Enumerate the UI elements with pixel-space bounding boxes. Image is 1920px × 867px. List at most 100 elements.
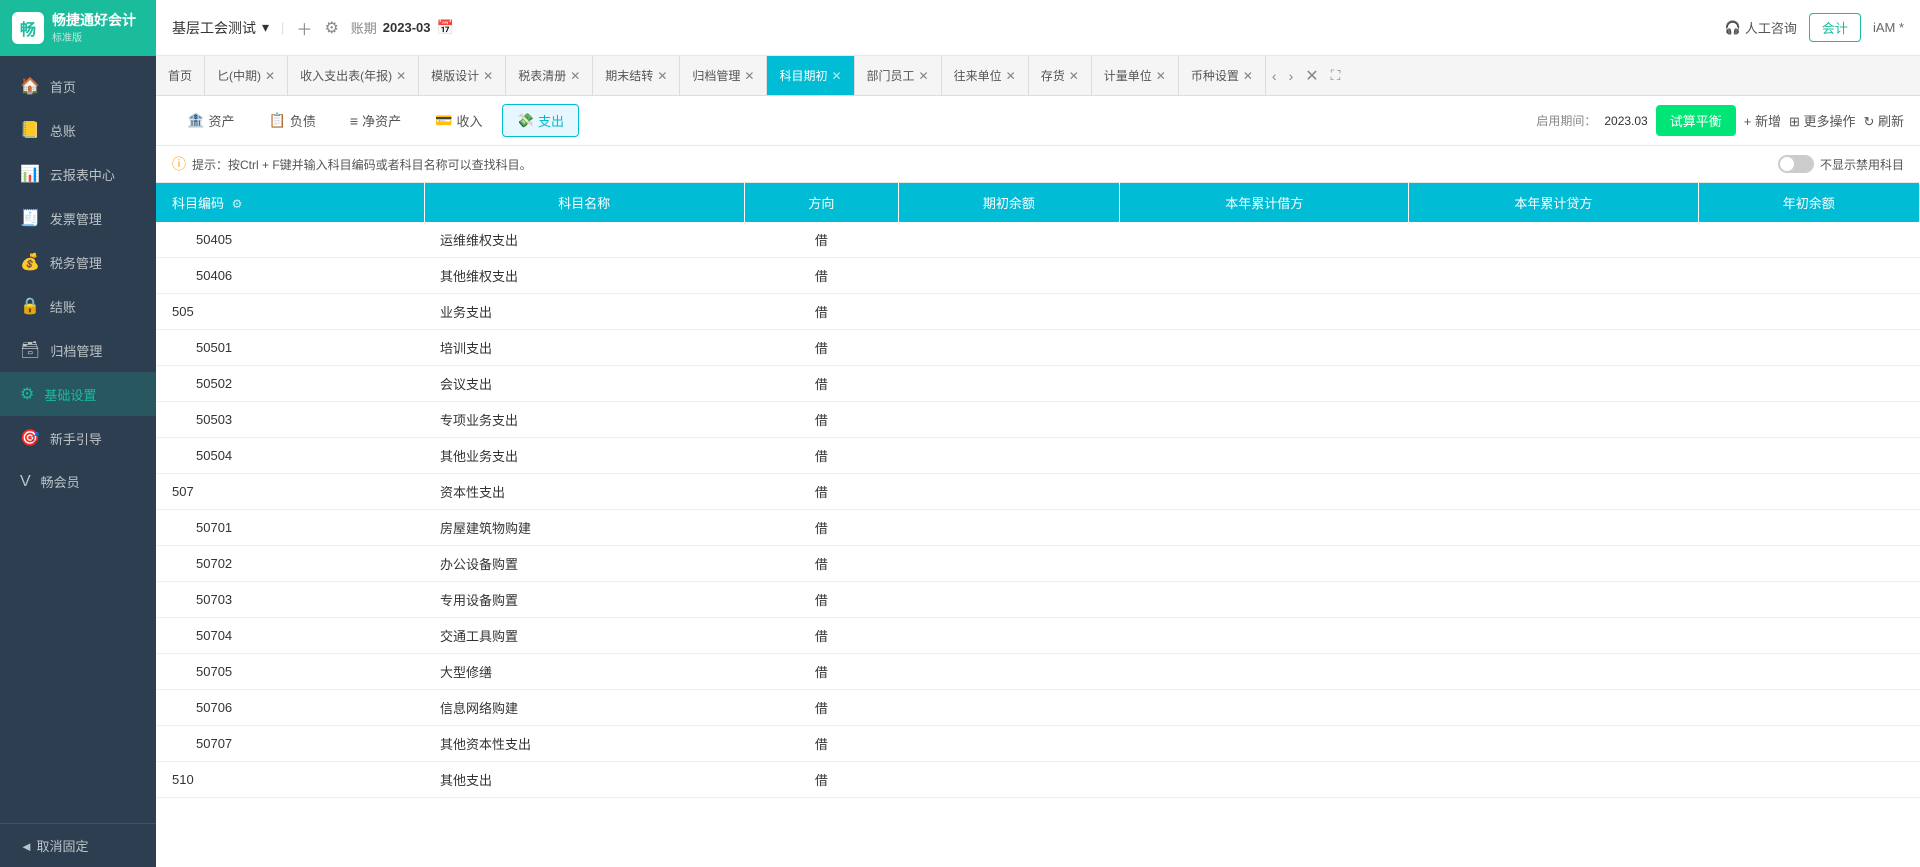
sidebar-item-reports[interactable]: 📊 云报表中心 xyxy=(0,152,156,196)
help-button[interactable]: 🎧 人工咨询 xyxy=(1725,18,1797,37)
subtabs-bar: 🏦 资产 📋 负债 ≡ 净资产 💳 收入 💸 支出 启用期间： 2023.03 … xyxy=(156,96,1920,146)
member-icon: V xyxy=(20,473,31,491)
cell-ytd-credit xyxy=(1409,402,1698,438)
cell-opening-balance xyxy=(898,762,1119,798)
cell-name: 培训支出 xyxy=(424,330,744,366)
cell-direction: 借 xyxy=(744,222,898,258)
subtab-income[interactable]: 💳 收入 xyxy=(420,104,497,137)
tab-home[interactable]: 首页 xyxy=(156,56,205,95)
tab-dept-staff[interactable]: 部门员工 ✕ xyxy=(855,56,942,95)
table-row[interactable]: 50705 大型修缮 借 xyxy=(156,654,1920,690)
sidebar-pin-toggle[interactable]: ◄ 取消固定 xyxy=(0,823,156,867)
cell-name: 其他维权支出 xyxy=(424,258,744,294)
subtab-liability[interactable]: 📋 负债 xyxy=(253,104,330,137)
toggle-switch-control[interactable] xyxy=(1778,155,1814,173)
sidebar-item-invoice[interactable]: 🧾 发票管理 xyxy=(0,196,156,240)
add-subject-button[interactable]: + 新增 xyxy=(1744,111,1781,130)
cell-ytd-credit xyxy=(1409,258,1698,294)
sidebar-item-closing[interactable]: 🔒 结账 xyxy=(0,284,156,328)
sidebar-item-settings[interactable]: ⚙ 基础设置 xyxy=(0,372,156,416)
table-row[interactable]: 510 其他支出 借 xyxy=(156,762,1920,798)
tabs-next-button[interactable]: › xyxy=(1283,56,1300,95)
tab-close-dept-staff[interactable]: ✕ xyxy=(919,69,929,83)
table-row[interactable]: 50706 信息网络购建 借 xyxy=(156,690,1920,726)
account-button[interactable]: 会计 xyxy=(1809,13,1861,42)
tab-currency[interactable]: 币种设置 ✕ xyxy=(1179,56,1266,95)
col-name: 科目名称 xyxy=(424,183,744,222)
tab-close-archive[interactable]: ✕ xyxy=(744,69,754,83)
tab-close-contacts[interactable]: ✕ xyxy=(1006,69,1016,83)
table-row[interactable]: 50503 专项业务支出 借 xyxy=(156,402,1920,438)
subtab-expense[interactable]: 💸 支出 xyxy=(502,104,579,137)
sidebar-item-ledger[interactable]: 📒 总账 xyxy=(0,108,156,152)
column-settings-icon[interactable]: ⚙ xyxy=(232,197,243,211)
table-row[interactable]: 50501 培训支出 借 xyxy=(156,330,1920,366)
sidebar-item-tax[interactable]: 💰 税务管理 xyxy=(0,240,156,284)
subtab-asset[interactable]: 🏦 资产 xyxy=(172,104,249,137)
sidebar-item-member[interactable]: V 畅会员 xyxy=(0,460,156,503)
tabs-expand-button[interactable]: ⛶ xyxy=(1325,67,1347,84)
sidebar-item-home[interactable]: 🏠 首页 xyxy=(0,64,156,108)
calc-balance-button[interactable]: 试算平衡 xyxy=(1656,105,1736,136)
cell-opening-balance xyxy=(898,402,1119,438)
tax-icon: 💰 xyxy=(20,252,40,272)
tab-close-period-end[interactable]: ✕ xyxy=(657,69,667,83)
subjects-table: 科目编码 ⚙ 科目名称 方向 期初余额 本年累计借方 本年累计贷方 年初余额 5… xyxy=(156,183,1920,798)
table-row[interactable]: 50704 交通工具购置 借 xyxy=(156,618,1920,654)
tab-period-end[interactable]: 期末结转 ✕ xyxy=(593,56,680,95)
sidebar-item-archive[interactable]: 🗃 归档管理 xyxy=(0,328,156,372)
cell-code: 50504 xyxy=(156,438,424,474)
cell-direction: 借 xyxy=(744,330,898,366)
table-row[interactable]: 50707 其他资本性支出 借 xyxy=(156,726,1920,762)
add-tab-button[interactable]: ＋ xyxy=(296,16,312,40)
tabs-prev-button[interactable]: ‹ xyxy=(1266,56,1283,95)
tab-close-template[interactable]: ✕ xyxy=(483,69,493,83)
tab-archive[interactable]: 归档管理 ✕ xyxy=(680,56,767,95)
tab-tax-clear[interactable]: 税表清册 ✕ xyxy=(506,56,593,95)
cell-direction: 借 xyxy=(744,510,898,546)
tab-close-unit[interactable]: ✕ xyxy=(1156,69,1166,83)
disable-toggle[interactable]: 不显示禁用科目 xyxy=(1778,155,1904,173)
table-row[interactable]: 50502 会议支出 借 xyxy=(156,366,1920,402)
tab-inventory[interactable]: 存货 ✕ xyxy=(1029,56,1092,95)
cell-opening-balance xyxy=(898,654,1119,690)
company-selector[interactable]: 基层工会测试 ▾ xyxy=(172,18,269,38)
hint-bar: ⓘ 提示：按Ctrl + F键并输入科目编码或者科目名称可以查找科目。 不显示禁… xyxy=(156,146,1920,183)
table-row[interactable]: 50406 其他维权支出 借 xyxy=(156,258,1920,294)
topbar-settings-button[interactable]: ⚙ xyxy=(324,18,338,38)
tab-close-subject-init[interactable]: ✕ xyxy=(831,69,841,83)
tab-income-annual[interactable]: 收入支出表(年报) ✕ xyxy=(288,56,419,95)
tab-close-inventory[interactable]: ✕ xyxy=(1069,69,1079,83)
table-row[interactable]: 50405 运维维权支出 借 xyxy=(156,222,1920,258)
tab-close-currency[interactable]: ✕ xyxy=(1243,69,1253,83)
sidebar-label-guide: 新手引导 xyxy=(50,429,102,448)
table-row[interactable]: 507 资本性支出 借 xyxy=(156,474,1920,510)
calendar-icon[interactable]: 📅 xyxy=(437,19,454,36)
cell-code: 50406 xyxy=(156,258,424,294)
cell-ytd-credit xyxy=(1409,762,1698,798)
tab-template[interactable]: 模版设计 ✕ xyxy=(419,56,506,95)
table-row[interactable]: 50504 其他业务支出 借 xyxy=(156,438,1920,474)
refresh-button[interactable]: ↻ 刷新 xyxy=(1863,111,1904,130)
cell-direction: 借 xyxy=(744,690,898,726)
cell-opening-balance xyxy=(898,726,1119,762)
tabs-close-all-button[interactable]: ✕ xyxy=(1299,66,1324,86)
tab-close-mid-period[interactable]: ✕ xyxy=(265,69,275,83)
cell-direction: 借 xyxy=(744,474,898,510)
table-row[interactable]: 50702 办公设备购置 借 xyxy=(156,546,1920,582)
cell-opening-balance xyxy=(898,330,1119,366)
tab-close-tax-clear[interactable]: ✕ xyxy=(570,69,580,83)
cell-code: 50503 xyxy=(156,402,424,438)
tab-subject-init[interactable]: 科目期初 ✕ xyxy=(767,56,854,95)
table-row[interactable]: 50701 房屋建筑物购建 借 xyxy=(156,510,1920,546)
sidebar-item-guide[interactable]: 🎯 新手引导 xyxy=(0,416,156,460)
liability-icon: 📋 xyxy=(268,112,285,129)
tab-close-income-annual[interactable]: ✕ xyxy=(396,69,406,83)
tab-unit[interactable]: 计量单位 ✕ xyxy=(1092,56,1179,95)
tab-contacts[interactable]: 往来单位 ✕ xyxy=(942,56,1029,95)
tab-mid-period[interactable]: 匕(中期) ✕ xyxy=(205,56,288,95)
subtab-net-asset[interactable]: ≡ 净资产 xyxy=(335,104,416,137)
table-row[interactable]: 505 业务支出 借 xyxy=(156,294,1920,330)
more-operations-button[interactable]: ⊞ 更多操作 xyxy=(1789,111,1856,130)
table-row[interactable]: 50703 专用设备购置 借 xyxy=(156,582,1920,618)
